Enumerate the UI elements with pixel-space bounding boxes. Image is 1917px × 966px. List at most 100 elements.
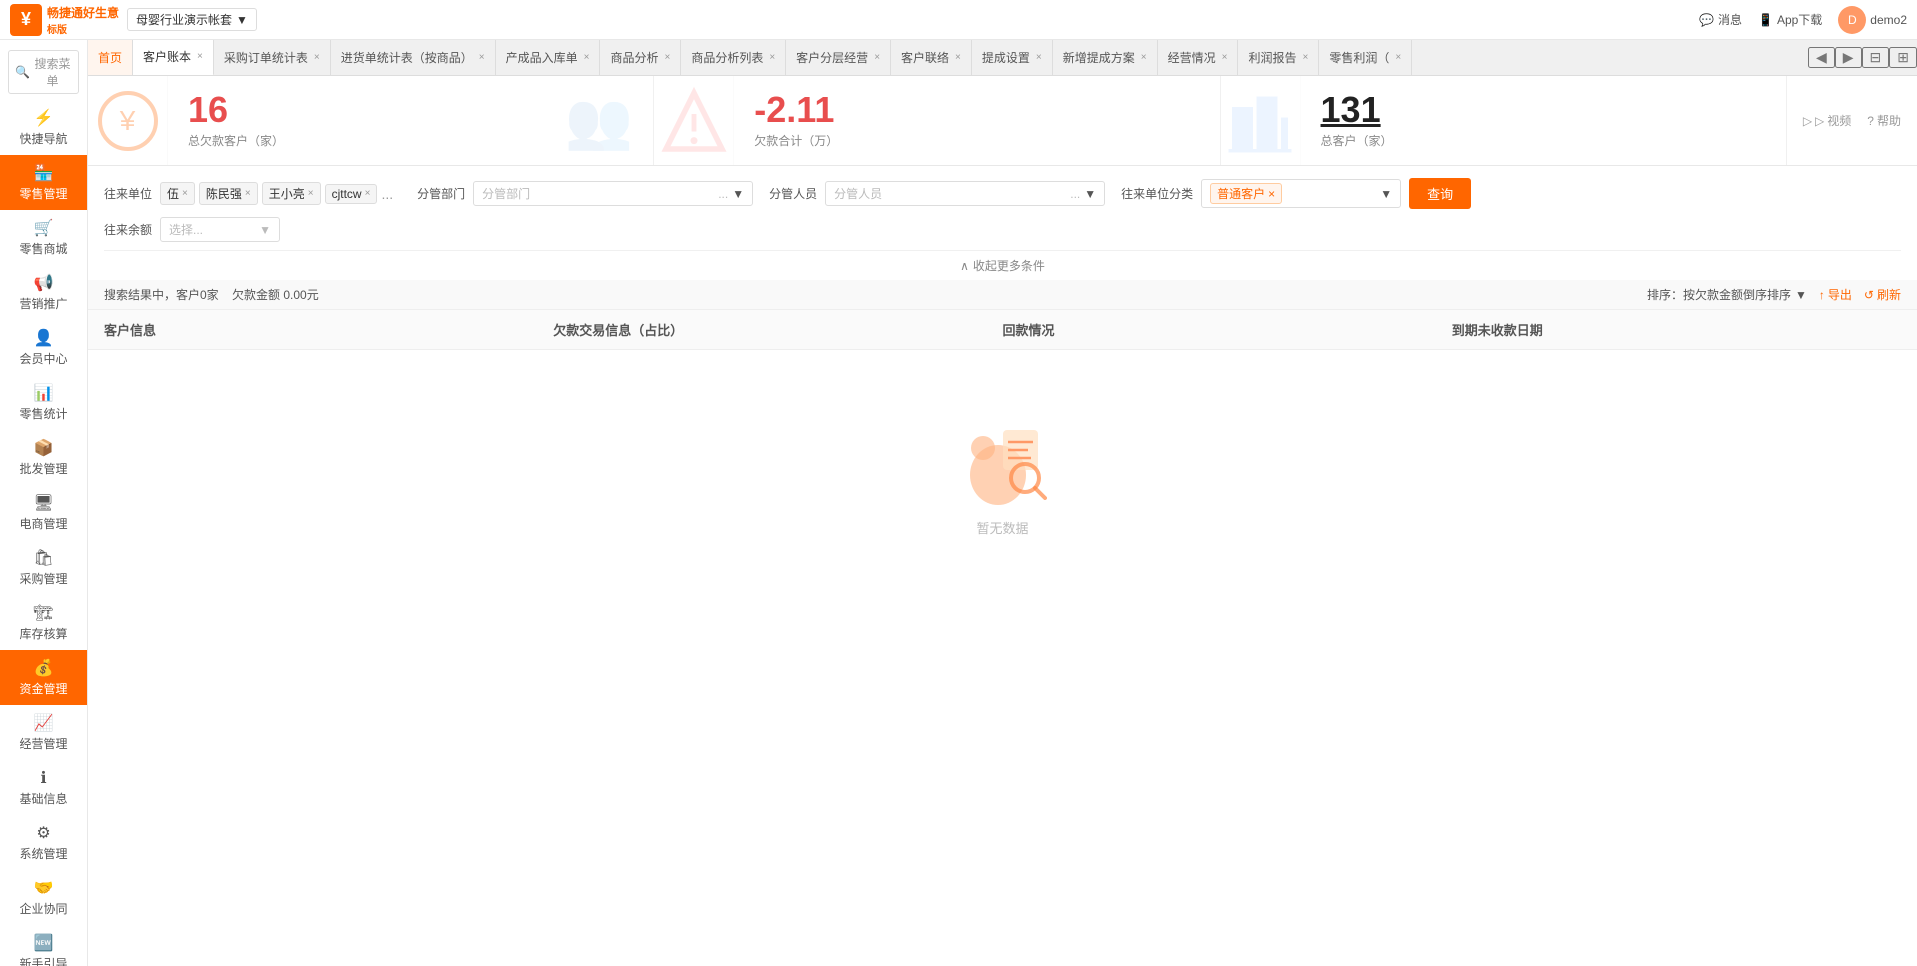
- sidebar-item-finance[interactable]: 💰 资金管理: [0, 650, 87, 705]
- tab-retail-profit-close[interactable]: ×: [1395, 52, 1401, 63]
- balance-chevron-icon: ▼: [259, 223, 271, 237]
- user-button[interactable]: D demo2: [1838, 6, 1907, 34]
- demo-selector-text: 母婴行业演示帐套: [136, 11, 232, 28]
- message-button[interactable]: 💬 消息: [1699, 11, 1742, 28]
- export-label: 导出: [1828, 286, 1852, 303]
- tab-purchase-order-label: 采购订单统计表: [224, 49, 308, 66]
- search-menu-button[interactable]: 🔍 搜索菜单: [8, 50, 79, 94]
- tab-home[interactable]: 首页: [88, 40, 133, 76]
- search-menu-label: 搜索菜单: [33, 55, 72, 89]
- tab-product-analysis-list-close[interactable]: ×: [769, 52, 775, 63]
- tab-operation-status[interactable]: 经营情况 ×: [1158, 40, 1239, 76]
- tab-fullscreen-button[interactable]: ⊞: [1889, 47, 1917, 68]
- enterprise-icon: 🤝: [4, 878, 83, 898]
- sidebar-item-operation[interactable]: 📈 经营管理: [0, 705, 87, 760]
- unit-tag-wang-close[interactable]: ×: [308, 188, 314, 199]
- tab-operation-status-close[interactable]: ×: [1222, 52, 1228, 63]
- tab-product-analysis-close[interactable]: ×: [664, 52, 670, 63]
- tab-ar[interactable]: 客户账本 ×: [133, 40, 214, 76]
- unit-tag-wu-close[interactable]: ×: [182, 188, 188, 199]
- wholesale-label: 批发管理: [19, 462, 67, 476]
- dept-filter-label: 分管部门: [417, 185, 465, 202]
- sidebar-item-retail-stats[interactable]: 📊 零售统计: [0, 375, 87, 430]
- tab-minimize-button[interactable]: ⊟: [1862, 47, 1890, 68]
- col-customer-header: 客户信息: [104, 320, 553, 339]
- unit-tag-cjttcw-close[interactable]: ×: [365, 188, 371, 199]
- dept-filter-input[interactable]: 分管部门 ... ▼: [473, 181, 753, 206]
- filter-row-2: 往来余额 选择... ▼: [104, 217, 1901, 242]
- ecommerce-label: 电商管理: [19, 517, 67, 531]
- marketing-label: 营销推广: [19, 297, 67, 311]
- chevron-down-icon: ▼: [236, 13, 248, 27]
- tab-profit-report[interactable]: 利润报告 ×: [1238, 40, 1319, 76]
- unit-filter-label: 往来单位: [104, 185, 152, 202]
- balance-placeholder: 选择...: [169, 221, 203, 238]
- tab-promote-settings[interactable]: 提成设置 ×: [972, 40, 1053, 76]
- refresh-button[interactable]: ↺ 刷新: [1864, 286, 1901, 303]
- tab-retail-profit[interactable]: 零售利润（ ×: [1319, 40, 1412, 76]
- sidebar-item-marketing[interactable]: 📢 营销推广: [0, 265, 87, 320]
- tab-new-promote-close[interactable]: ×: [1141, 52, 1147, 63]
- sidebar-item-quick-nav[interactable]: ⚡ 快捷导航: [0, 100, 87, 155]
- retail-stats-label: 零售统计: [19, 407, 67, 421]
- tab-inbound-stats[interactable]: 进货单统计表（按商品） ×: [331, 40, 496, 76]
- tab-inbound-stats-close[interactable]: ×: [479, 52, 485, 63]
- tab-arrows: ◀ ▶ ⊟ ⊞: [1808, 47, 1917, 68]
- manager-filter-input[interactable]: 分管人员 ... ▼: [825, 181, 1105, 206]
- data-table: 客户信息 欠款交易信息（占比） 回款情况 到期未收款日期: [88, 310, 1917, 597]
- app-download-button[interactable]: 📱 App下载: [1758, 11, 1822, 28]
- wholesale-icon: 📦: [4, 438, 83, 458]
- tab-promote-settings-close[interactable]: ×: [1036, 52, 1042, 63]
- help-button[interactable]: ?帮助: [1867, 112, 1901, 129]
- unit-type-filter-select[interactable]: 普通客户 × ▼: [1201, 179, 1401, 208]
- tab-ar-close[interactable]: ×: [197, 51, 203, 62]
- tab-new-promote[interactable]: 新增提成方案 ×: [1053, 40, 1158, 76]
- video-button[interactable]: ▷ ▷视频: [1803, 112, 1851, 129]
- tab-purchase-order[interactable]: 采购订单统计表 ×: [214, 40, 331, 76]
- inventory-icon: 🏗: [4, 603, 83, 623]
- stat-icon-2: [654, 76, 734, 165]
- sidebar-item-system[interactable]: ⚙ 系统管理: [0, 815, 87, 870]
- tab-profit-report-close[interactable]: ×: [1302, 52, 1308, 63]
- tab-customer-tier[interactable]: 客户分层经营 ×: [786, 40, 891, 76]
- collapse-button[interactable]: ∧ 收起更多条件: [104, 250, 1901, 280]
- tab-product-analysis-list[interactable]: 商品分析列表 ×: [681, 40, 786, 76]
- basic-label: 基础信息: [19, 792, 67, 806]
- filter-more-button[interactable]: ...: [381, 186, 393, 202]
- unit-tag-wang-text: 王小亮: [269, 185, 305, 202]
- sidebar-item-retail[interactable]: 🏪 零售管理: [0, 155, 87, 210]
- tab-prev-button[interactable]: ◀: [1808, 47, 1835, 68]
- manager-placeholder: 分管人员: [834, 185, 882, 202]
- balance-filter-select[interactable]: 选择... ▼: [160, 217, 280, 242]
- sidebar-item-basic[interactable]: ℹ 基础信息: [0, 760, 87, 815]
- collapse-icon: ∧: [960, 259, 969, 273]
- tab-customer-contact-close[interactable]: ×: [955, 52, 961, 63]
- sidebar-item-purchase[interactable]: 🛍 采购管理: [0, 540, 87, 595]
- sidebar-item-retail-mall[interactable]: 🛒 零售商城: [0, 210, 87, 265]
- stat-card-customers: 16 总欠款客户（家） 👥: [168, 76, 654, 165]
- sidebar-item-inventory[interactable]: 🏗 库存核算: [0, 595, 87, 650]
- tab-product-inbound[interactable]: 产成品入库单 ×: [496, 40, 601, 76]
- sidebar-item-member[interactable]: 👤 会员中心: [0, 320, 87, 375]
- sidebar-item-ecommerce[interactable]: 🖥 电商管理: [0, 485, 87, 540]
- tab-product-analysis[interactable]: 商品分析 ×: [600, 40, 681, 76]
- message-label: 消息: [1718, 11, 1742, 28]
- tab-customer-contact[interactable]: 客户联络 ×: [891, 40, 972, 76]
- total-customers-number: 131: [1321, 92, 1766, 128]
- tab-customer-tier-close[interactable]: ×: [874, 52, 880, 63]
- tab-ar-label: 客户账本: [143, 48, 191, 65]
- tab-purchase-order-close[interactable]: ×: [314, 52, 320, 63]
- sort-label-text: 排序：按欠款金额倒序排序: [1647, 286, 1791, 303]
- query-button[interactable]: 查询: [1409, 178, 1471, 209]
- sidebar-item-guide[interactable]: 🆕 新手引导: [0, 925, 87, 966]
- tab-next-button[interactable]: ▶: [1835, 47, 1862, 68]
- sort-select[interactable]: 排序：按欠款金额倒序排序 ▼: [1647, 286, 1807, 303]
- tab-product-inbound-close[interactable]: ×: [584, 52, 590, 63]
- export-button[interactable]: ↑ 导出: [1819, 286, 1852, 303]
- demo-selector[interactable]: 母婴行业演示帐套 ▼: [127, 8, 257, 31]
- unit-type-tag-close[interactable]: ×: [1268, 187, 1275, 201]
- unit-tag-chen-close[interactable]: ×: [245, 188, 251, 199]
- system-label: 系统管理: [19, 847, 67, 861]
- sidebar-item-wholesale[interactable]: 📦 批发管理: [0, 430, 87, 485]
- sidebar-item-enterprise[interactable]: 🤝 企业协同: [0, 870, 87, 925]
